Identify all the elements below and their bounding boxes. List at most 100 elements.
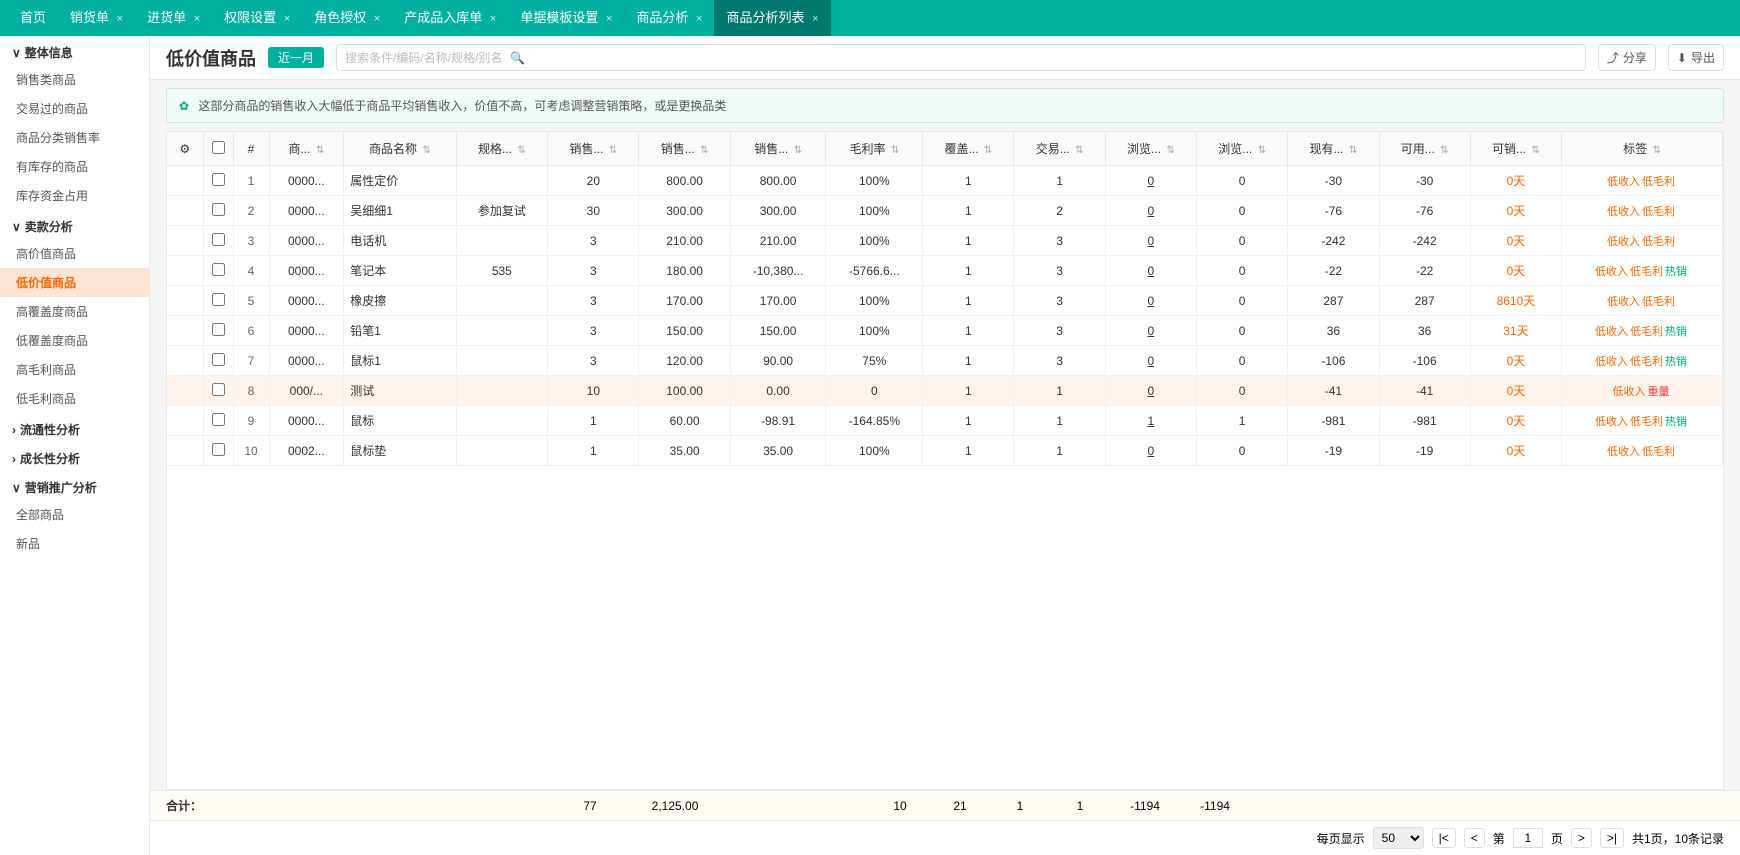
page-size-select[interactable]: 50 10 20 100: [1373, 827, 1424, 849]
row-checkbox-input-6[interactable]: [212, 353, 225, 366]
sidebar-section-marketing[interactable]: ∨ 营销推广分析: [0, 471, 149, 500]
sidebar-item-category-sales-rate[interactable]: 商品分类销售率: [0, 123, 149, 152]
nav-close-role[interactable]: ×: [374, 13, 380, 25]
row-checkbox-4[interactable]: [203, 286, 233, 316]
sellable-col-header[interactable]: 可销... ⇅: [1470, 132, 1561, 166]
nav-close-analysis[interactable]: ×: [696, 13, 702, 25]
next-page-button[interactable]: >: [1571, 828, 1592, 848]
row-checkbox-6[interactable]: [203, 346, 233, 376]
sidebar-item-sales-category[interactable]: 销售类商品: [0, 65, 149, 94]
row-checkbox-3[interactable]: [203, 256, 233, 286]
nav-close-storage[interactable]: ×: [490, 13, 496, 25]
sidebar-item-new-products[interactable]: 新品: [0, 529, 149, 558]
row-checkbox-input-4[interactable]: [212, 293, 225, 306]
nav-close-permission[interactable]: ×: [284, 13, 290, 25]
sidebar-item-low-margin[interactable]: 低毛利商品: [0, 384, 149, 413]
sales2-col-header[interactable]: 销售... ⇅: [639, 132, 730, 166]
trade-col-header[interactable]: 交易... ⇅: [1014, 132, 1105, 166]
sidebar-item-low-value[interactable]: 低价值商品: [0, 268, 149, 297]
nav-product-analysis-list[interactable]: 商品分析列表 ×: [714, 0, 830, 36]
row-checkbox-input-2[interactable]: [212, 233, 225, 246]
select-all-checkbox[interactable]: [212, 141, 225, 154]
export-button[interactable]: ⬇ 导出: [1668, 44, 1724, 71]
row-browse1-7[interactable]: 0: [1105, 376, 1196, 406]
code-col-header[interactable]: 商... ⇅: [269, 132, 344, 166]
row-checkbox-7[interactable]: [203, 376, 233, 406]
row-browse1-1[interactable]: 0: [1105, 196, 1196, 226]
sidebar-item-in-stock[interactable]: 有库存的商品: [0, 152, 149, 181]
row-checkbox-2[interactable]: [203, 226, 233, 256]
margin-col-header[interactable]: 毛利率 ⇅: [826, 132, 923, 166]
search-box[interactable]: 搜索条件/编码/名称/规格/别名 🔍: [336, 44, 1586, 71]
sidebar-item-all-products[interactable]: 全部商品: [0, 500, 149, 529]
row-checkbox-8[interactable]: [203, 406, 233, 436]
coverage-col-header[interactable]: 覆盖... ⇅: [923, 132, 1014, 166]
row-checkbox-9[interactable]: [203, 436, 233, 466]
row-browse1-4[interactable]: 0: [1105, 286, 1196, 316]
row-sales2-6: 120.00: [639, 346, 730, 376]
row-checkbox-input-9[interactable]: [212, 443, 225, 456]
browse1-col-header[interactable]: 浏览... ⇅: [1105, 132, 1196, 166]
row-checkbox-input-3[interactable]: [212, 263, 225, 276]
sales1-col-header[interactable]: 销售... ⇅: [548, 132, 639, 166]
sidebar-item-high-coverage[interactable]: 高覆盖度商品: [0, 297, 149, 326]
row-checkbox-input-8[interactable]: [212, 413, 225, 426]
nav-sales-order[interactable]: 销货单 ×: [58, 0, 135, 36]
row-checkbox-input-1[interactable]: [212, 203, 225, 216]
sidebar-item-high-value[interactable]: 高价值商品: [0, 239, 149, 268]
row-checkbox-input-0[interactable]: [212, 173, 225, 186]
last-page-button[interactable]: >|: [1600, 828, 1624, 848]
nav-role-auth[interactable]: 角色授权 ×: [302, 0, 392, 36]
row-sales2-1: 300.00: [639, 196, 730, 226]
period-badge[interactable]: 近一月: [268, 47, 324, 68]
nav-close-analysis-list[interactable]: ×: [812, 13, 818, 25]
nav-template-settings[interactable]: 单据模板设置 ×: [508, 0, 624, 36]
row-checkbox-input-7[interactable]: [212, 383, 225, 396]
browse2-col-header[interactable]: 浏览... ⇅: [1196, 132, 1287, 166]
share-button[interactable]: ⤴ 分享: [1598, 44, 1656, 71]
search-icon[interactable]: 🔍: [510, 51, 525, 65]
settings-col-header[interactable]: ⚙: [167, 132, 203, 166]
row-sellable-7: 0天: [1470, 376, 1561, 406]
row-trade-7: 1: [1014, 376, 1105, 406]
first-page-button[interactable]: |<: [1432, 828, 1456, 848]
nav-product-analysis[interactable]: 商品分析 ×: [624, 0, 714, 36]
row-checkbox-5[interactable]: [203, 316, 233, 346]
row-browse1-0[interactable]: 0: [1105, 166, 1196, 196]
checkbox-col-header[interactable]: [203, 132, 233, 166]
nav-product-storage[interactable]: 产成品入库单 ×: [392, 0, 508, 36]
sidebar-section-sales-analysis[interactable]: ∨ 卖款分析: [0, 210, 149, 239]
row-browse1-3[interactable]: 0: [1105, 256, 1196, 286]
prev-page-button[interactable]: <: [1464, 828, 1485, 848]
spec-col-header[interactable]: 规格... ⇅: [456, 132, 548, 166]
row-browse1-9[interactable]: 0: [1105, 436, 1196, 466]
sidebar-item-inventory-funds[interactable]: 库存资金占用: [0, 181, 149, 210]
row-settings-3: [167, 256, 203, 286]
sidebar-section-liquidity[interactable]: › 流通性分析: [0, 413, 149, 442]
sidebar-section-overall[interactable]: ∨ 整体信息: [0, 36, 149, 65]
row-browse1-6[interactable]: 0: [1105, 346, 1196, 376]
current-col-header[interactable]: 现有... ⇅: [1288, 132, 1379, 166]
nav-close-template[interactable]: ×: [606, 13, 612, 25]
sales3-col-header[interactable]: 销售... ⇅: [730, 132, 826, 166]
row-browse1-2[interactable]: 0: [1105, 226, 1196, 256]
row-browse1-5[interactable]: 0: [1105, 316, 1196, 346]
row-checkbox-input-5[interactable]: [212, 323, 225, 336]
nav-purchase-order[interactable]: 进货单 ×: [135, 0, 212, 36]
data-table-container[interactable]: ⚙ # 商... ⇅ 商品名称 ⇅ 规格... ⇅ 销售... ⇅ 销售... …: [166, 131, 1724, 790]
available-col-header[interactable]: 可用... ⇅: [1379, 132, 1470, 166]
nav-permission-settings[interactable]: 权限设置 ×: [212, 0, 302, 36]
tags-col-header[interactable]: 标签 ⇅: [1562, 132, 1723, 166]
sidebar-section-growth[interactable]: › 成长性分析: [0, 442, 149, 471]
sidebar-item-low-coverage[interactable]: 低覆盖度商品: [0, 326, 149, 355]
name-col-header[interactable]: 商品名称 ⇅: [344, 132, 456, 166]
row-checkbox-1[interactable]: [203, 196, 233, 226]
row-code-3: 0000...: [269, 256, 344, 286]
nav-close-purchase[interactable]: ×: [194, 13, 200, 25]
nav-close-sales[interactable]: ×: [117, 13, 123, 25]
nav-home[interactable]: 首页: [8, 0, 58, 36]
sidebar-item-high-margin[interactable]: 高毛利商品: [0, 355, 149, 384]
row-checkbox-0[interactable]: [203, 166, 233, 196]
row-browse1-8[interactable]: 1: [1105, 406, 1196, 436]
sidebar-item-traded-products[interactable]: 交易过的商品: [0, 94, 149, 123]
